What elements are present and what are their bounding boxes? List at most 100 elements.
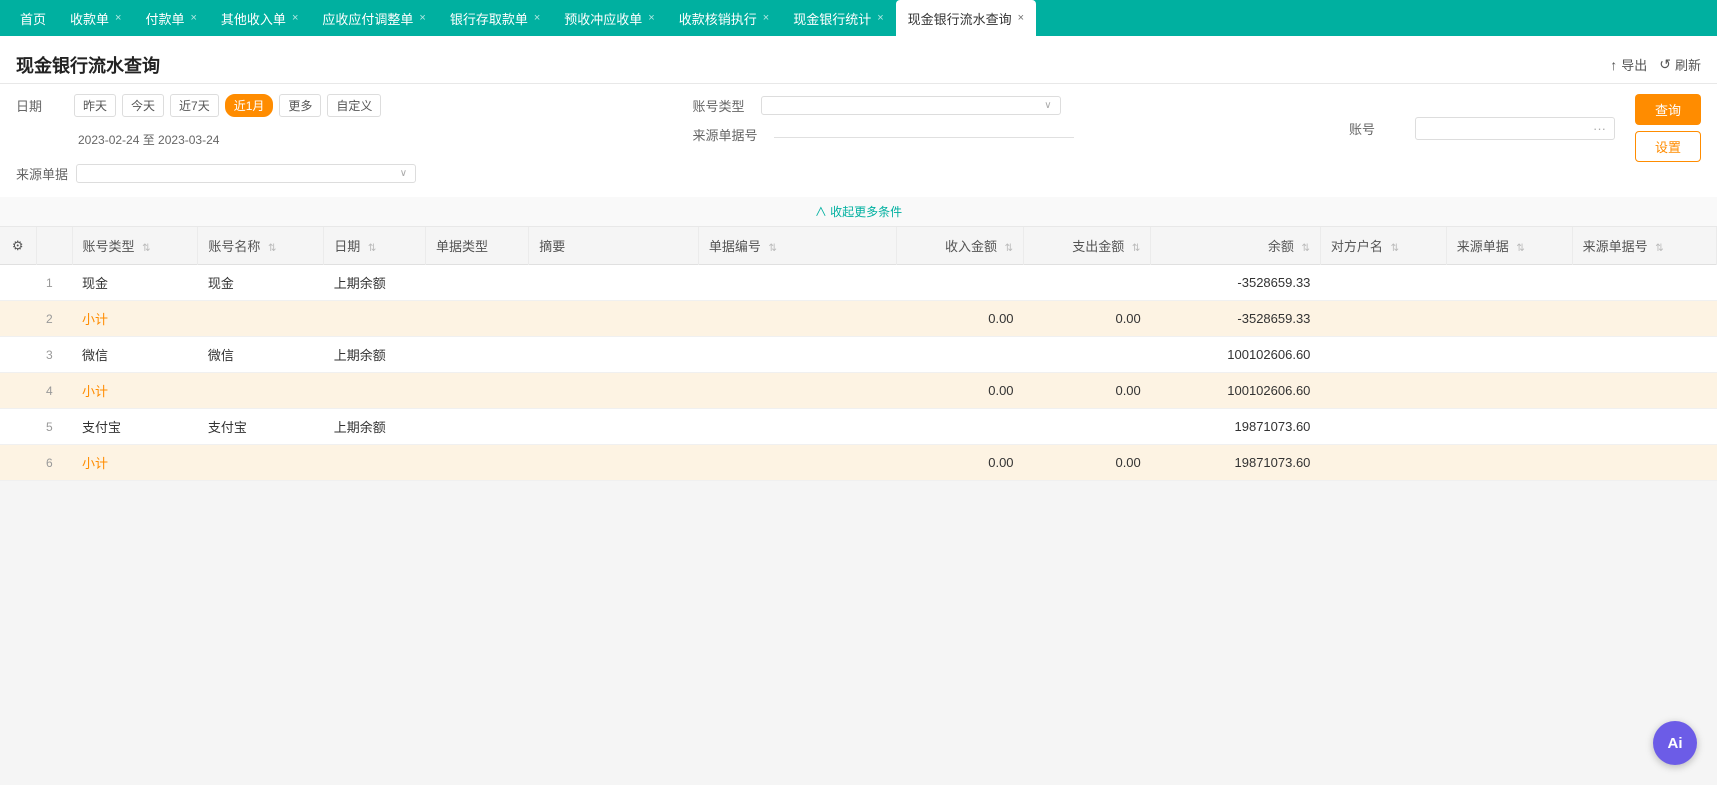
close-icon-yingshou[interactable]: × — [419, 12, 425, 24]
nav-item-qita[interactable]: 其他收入单 × — [209, 0, 310, 36]
nav-item-shoukuan[interactable]: 收款单 × — [58, 0, 133, 36]
table-cell — [529, 373, 699, 409]
account-dots-icon[interactable]: ··· — [1593, 121, 1606, 136]
source-doc-dropdown-icon: ∨ — [400, 168, 407, 179]
collapse-bar[interactable]: ∧ 收起更多条件 — [0, 197, 1717, 227]
table-row[interactable]: 4小计0.000.00100102606.60 — [0, 373, 1717, 409]
column-date[interactable]: 日期 ⇅ — [324, 227, 426, 265]
table-cell — [896, 337, 1023, 373]
nav-label-tongji: 现金银行统计 — [793, 9, 871, 28]
table-cell: 上期余额 — [324, 337, 426, 373]
query-button[interactable]: 查询 — [1635, 94, 1701, 125]
date-btn-more[interactable]: 更多 — [279, 94, 321, 117]
close-icon-liushui[interactable]: × — [1018, 12, 1024, 24]
table-cell — [426, 337, 529, 373]
close-icon-qita[interactable]: × — [292, 12, 298, 24]
table-row[interactable]: 5支付宝支付宝上期余额19871073.60 — [0, 409, 1717, 445]
table-cell — [1024, 265, 1151, 301]
date-btn-custom[interactable]: 自定义 — [327, 94, 381, 117]
column-counterparty[interactable]: 对方户名 ⇅ — [1320, 227, 1446, 265]
cell-gear — [0, 301, 36, 337]
table-row[interactable]: 6小计0.000.0019871073.60 — [0, 445, 1717, 481]
table-cell — [1446, 373, 1572, 409]
close-icon-shoukuan[interactable]: × — [115, 12, 121, 24]
nav-item-yingshou[interactable]: 应收应付调整单 × — [310, 0, 437, 36]
table-cell — [1572, 337, 1716, 373]
ai-button[interactable]: Ai — [1653, 721, 1697, 765]
table-cell — [1446, 445, 1572, 481]
sort-icon-balance: ⇅ — [1302, 243, 1310, 254]
nav-item-yushou[interactable]: 预收冲应收单 × — [552, 0, 666, 36]
date-btn-today[interactable]: 今天 — [122, 94, 164, 117]
table-cell: 19871073.60 — [1151, 409, 1321, 445]
table-cell — [529, 265, 699, 301]
column-source-doc-no[interactable]: 来源单据号 ⇅ — [1572, 227, 1716, 265]
sort-icon-account-type: ⇅ — [142, 243, 150, 254]
table-row[interactable]: 3微信微信上期余额100102606.60 — [0, 337, 1717, 373]
table-cell: 0.00 — [896, 301, 1023, 337]
filter-center: 账号类型 ∨ 来源单据号 — [653, 94, 1330, 152]
settings-button[interactable]: 设置 — [1635, 131, 1701, 162]
column-gear[interactable]: ⚙ — [0, 227, 36, 265]
column-expense[interactable]: 支出金额 ⇅ — [1024, 227, 1151, 265]
column-account-type[interactable]: 账号类型 ⇅ — [72, 227, 198, 265]
table-row[interactable]: 1现金现金上期余额-3528659.33 — [0, 265, 1717, 301]
nav-label-shoukuan: 收款单 — [70, 9, 109, 28]
column-balance[interactable]: 余额 ⇅ — [1151, 227, 1321, 265]
table-cell: 小计 — [72, 301, 198, 337]
export-icon: ↑ — [1610, 57, 1617, 73]
collapse-icon: ∧ — [815, 205, 827, 219]
refresh-icon: ↺ — [1659, 56, 1671, 73]
table-row[interactable]: 2小计0.000.00-3528659.33 — [0, 301, 1717, 337]
table-cell: 0.00 — [896, 445, 1023, 481]
column-income[interactable]: 收入金额 ⇅ — [896, 227, 1023, 265]
table-cell — [198, 301, 324, 337]
nav-item-hexiao[interactable]: 收款核销执行 × — [667, 0, 781, 36]
date-btn-7days[interactable]: 近7天 — [170, 94, 219, 117]
close-icon-yinhang[interactable]: × — [534, 12, 540, 24]
table-cell: 现金 — [198, 265, 324, 301]
column-doc-no[interactable]: 单据编号 ⇅ — [698, 227, 896, 265]
nav-item-tongji[interactable]: 现金银行统计 × — [781, 0, 895, 36]
gear-icon: ⚙ — [12, 238, 24, 253]
table-cell: 小计 — [72, 445, 198, 481]
table-cell — [698, 301, 896, 337]
date-btn-1month[interactable]: 近1月 — [225, 94, 274, 117]
close-icon-fukuan[interactable]: × — [190, 12, 196, 24]
refresh-button[interactable]: ↺ 刷新 — [1659, 55, 1701, 74]
table-cell — [324, 445, 426, 481]
date-btn-yesterday[interactable]: 昨天 — [74, 94, 116, 117]
source-doc-filter-row: 来源单据 ∨ — [16, 164, 653, 183]
date-label: 日期 — [16, 96, 66, 115]
table-cell: -3528659.33 — [1151, 265, 1321, 301]
table-cell — [1572, 373, 1716, 409]
close-icon-tongji[interactable]: × — [877, 12, 883, 24]
export-button[interactable]: ↑ 导出 — [1610, 55, 1647, 74]
account-filter-row: 账号 ··· 查询 设置 — [1349, 94, 1701, 162]
nav-item-home[interactable]: 首页 — [8, 0, 58, 36]
source-doc-no-label: 来源单据号 — [693, 125, 758, 144]
close-icon-yushou[interactable]: × — [648, 12, 654, 24]
column-summary: 摘要 — [529, 227, 699, 265]
data-table: ⚙ 账号类型 ⇅ 账号名称 ⇅ 日期 ⇅ — [0, 227, 1717, 481]
column-num — [36, 227, 72, 265]
close-icon-hexiao[interactable]: × — [763, 12, 769, 24]
table-cell: 微信 — [198, 337, 324, 373]
nav-item-liushui[interactable]: 现金银行流水查询 × — [896, 0, 1036, 36]
column-account-name[interactable]: 账号名称 ⇅ — [198, 227, 324, 265]
table-cell — [1446, 301, 1572, 337]
source-doc-input[interactable]: ∨ — [76, 164, 416, 183]
source-doc-label: 来源单据 — [16, 164, 68, 183]
column-source-doc[interactable]: 来源单据 ⇅ — [1446, 227, 1572, 265]
table-cell: 1 — [36, 265, 72, 301]
date-filter-row: 日期 昨天 今天 近7天 近1月 更多 自定义 — [16, 94, 653, 117]
account-input[interactable]: ··· — [1415, 117, 1615, 140]
account-type-input[interactable]: ∨ — [761, 96, 1061, 115]
nav-item-fukuan[interactable]: 付款单 × — [133, 0, 208, 36]
table-cell — [1320, 373, 1446, 409]
table-cell — [1024, 409, 1151, 445]
table-cell — [1572, 445, 1716, 481]
nav-item-yinhang[interactable]: 银行存取款单 × — [438, 0, 552, 36]
sort-icon-doc-no: ⇅ — [769, 243, 777, 254]
source-doc-no-input[interactable] — [774, 131, 1074, 138]
